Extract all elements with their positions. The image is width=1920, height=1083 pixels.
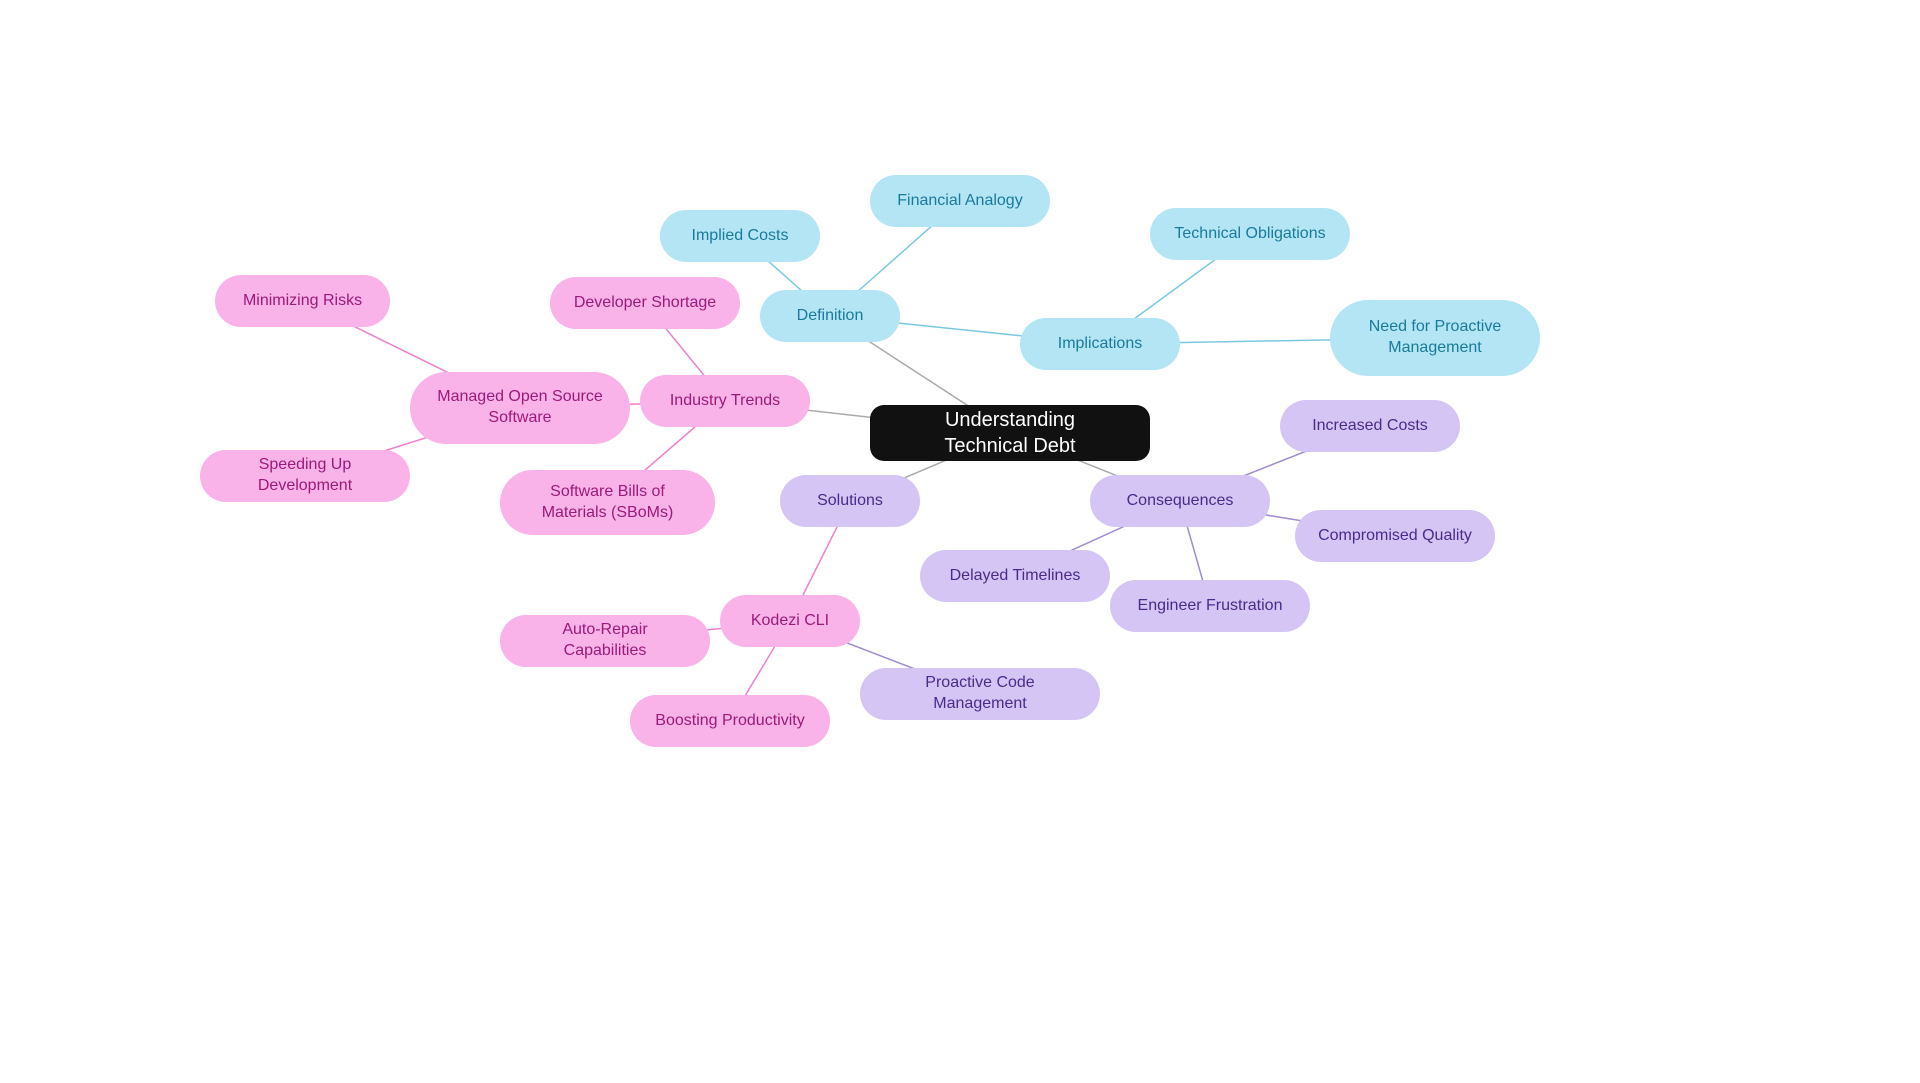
node-developer_shortage[interactable]: Developer Shortage [550,277,740,329]
node-minimizing_risks[interactable]: Minimizing Risks [215,275,390,327]
node-auto_repair[interactable]: Auto-Repair Capabilities [500,615,710,667]
node-center[interactable]: Understanding Technical Debt [870,405,1150,461]
node-solutions[interactable]: Solutions [780,475,920,527]
node-engineer_frustration[interactable]: Engineer Frustration [1110,580,1310,632]
mindmap-svg [0,0,1920,1083]
node-software_bills[interactable]: Software Bills of Materials (SBoMs) [500,470,715,535]
node-financial_analogy[interactable]: Financial Analogy [870,175,1050,227]
node-proactive_code[interactable]: Proactive Code Management [860,668,1100,720]
node-speeding_dev[interactable]: Speeding Up Development [200,450,410,502]
node-definition[interactable]: Definition [760,290,900,342]
node-increased_costs[interactable]: Increased Costs [1280,400,1460,452]
node-implied_costs[interactable]: Implied Costs [660,210,820,262]
node-managed_oss[interactable]: Managed Open Source Software [410,372,630,444]
node-implications[interactable]: Implications [1020,318,1180,370]
node-compromised_quality[interactable]: Compromised Quality [1295,510,1495,562]
node-delayed_timelines[interactable]: Delayed Timelines [920,550,1110,602]
node-consequences[interactable]: Consequences [1090,475,1270,527]
node-boosting_productivity[interactable]: Boosting Productivity [630,695,830,747]
node-industry_trends[interactable]: Industry Trends [640,375,810,427]
node-kodezi_cli[interactable]: Kodezi CLI [720,595,860,647]
node-technical_obligations[interactable]: Technical Obligations [1150,208,1350,260]
node-need_proactive[interactable]: Need for Proactive Management [1330,300,1540,376]
